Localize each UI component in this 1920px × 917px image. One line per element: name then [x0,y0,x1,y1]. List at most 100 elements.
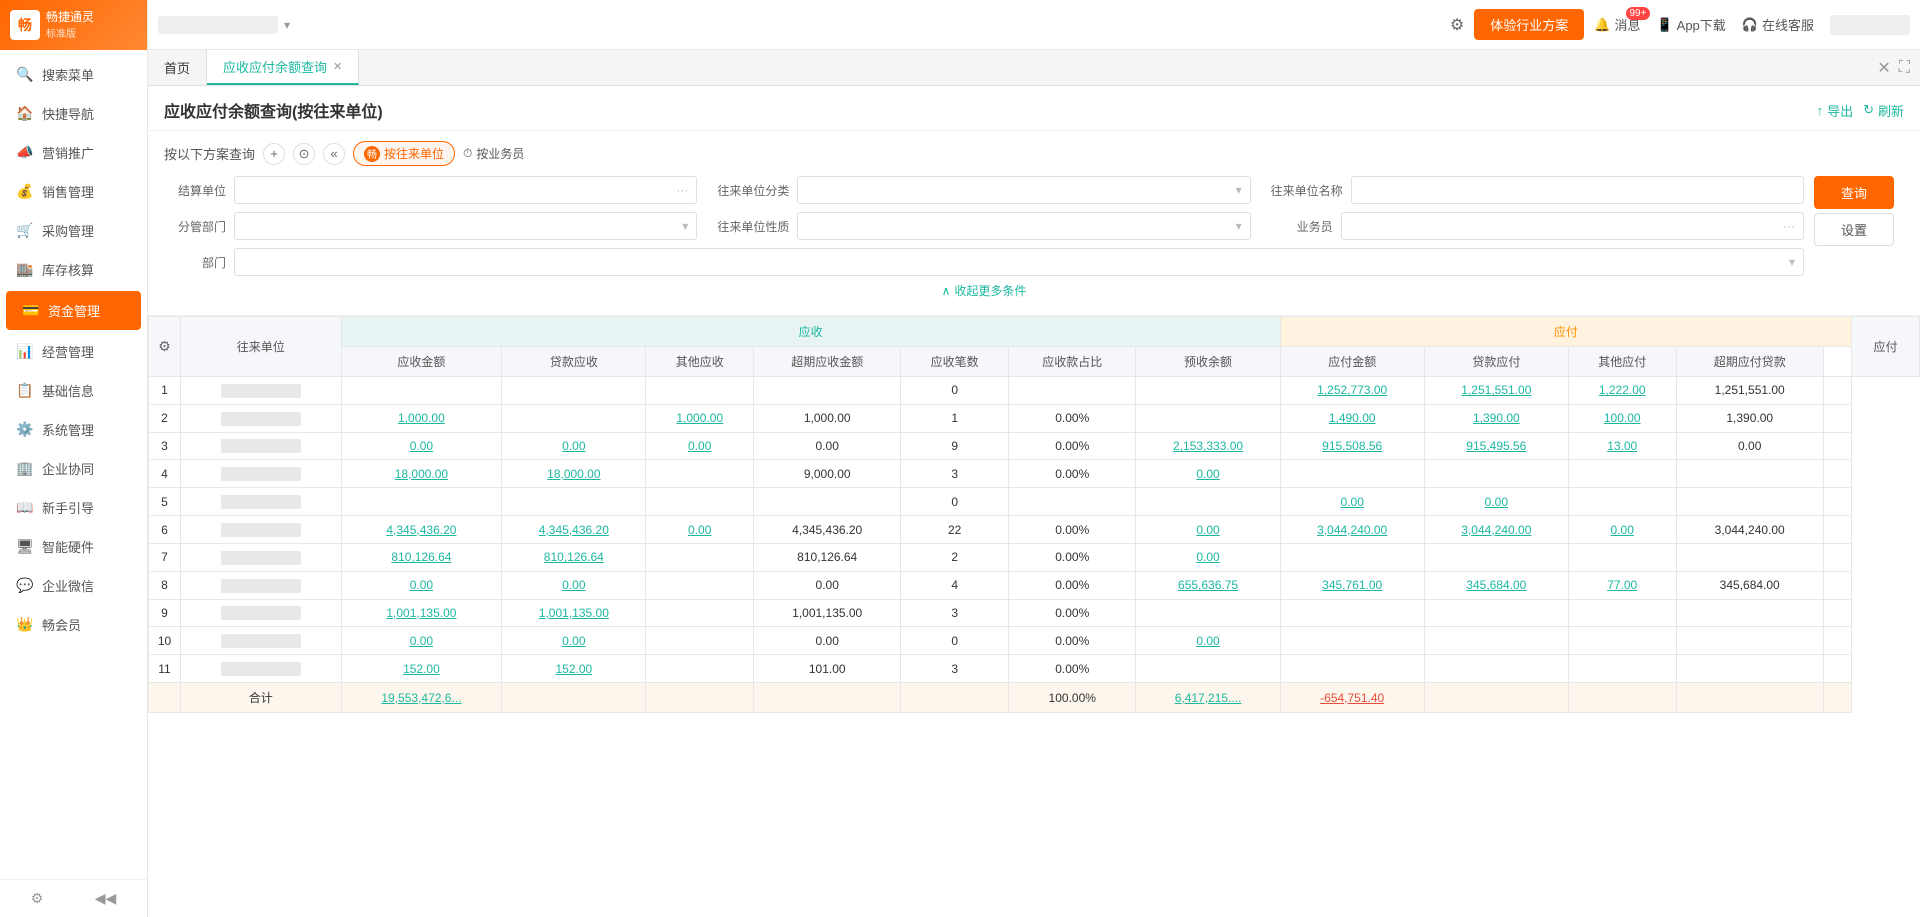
header: ▾ ⚙ 体验行业方案 🔔 消息 99+ 📱 App下载 🎧 在线客服 [148,0,1920,50]
filter-rows: 结算单位 ··· 往来单位分类 ▾ [164,176,1804,276]
sidebar-item-hardware[interactable]: 🖥 智能硬件 [0,527,147,566]
sidebar-item-wechat[interactable]: 💬 企业微信 [0,566,147,605]
tabbar: 首页 应收应付余额查询 ✕ ✕ ⛶ [148,50,1920,86]
table-row: 64,345,436.204,345,436.200.004,345,436.2… [149,516,1920,544]
page-content: 应收应付余额查询(按往来单位) ↑ 导出 ↻ 刷新 按以下方案查询 + ⊙ « [148,86,1920,917]
sidebar-item-member[interactable]: 👑 畅会员 [0,605,147,644]
add-scheme-button[interactable]: + [263,143,285,165]
filter-dept-manager: 分管部门 ▾ [164,212,697,240]
logo-icon: 畅 [10,10,40,40]
total-ar-ratio: 100.00% [1009,683,1136,713]
filter-settlement-unit: 结算单位 ··· [164,176,697,204]
table-row: 30.000.000.000.0090.00%2,153,333.00915,5… [149,432,1920,460]
notification-button[interactable]: 🔔 消息 99+ [1594,15,1640,34]
table-row: 80.000.000.0040.00%655,636.75345,761.003… [149,571,1920,599]
marketing-icon: 📣 [16,144,34,161]
filter-row-3: 部门 ▾ [164,248,1804,276]
table-row: 418,000.0018,000.009,000.0030.00%0.00 [149,460,1920,488]
table-row: 100.000.000.0000.00%0.00 [149,627,1920,655]
setup-button[interactable]: 设置 [1814,213,1894,246]
table-row: 91,001,135.001,001,135.001,001,135.0030.… [149,599,1920,627]
table-row: 7810,126.64810,126.64810,126.6420.00%0.0… [149,543,1920,571]
tab-ar-ap[interactable]: 应收应付余额查询 ✕ [207,50,359,85]
sidebar-item-finance[interactable]: 💳 资金管理 [6,291,141,330]
cta-button[interactable]: 体验行业方案 [1474,9,1584,40]
scheme-collapse-button[interactable]: « [323,143,345,165]
home-icon: 🏠 [16,105,34,122]
total-ar-prepaid: 6,417,215.... [1136,683,1280,713]
sidebar-item-system[interactable]: ⚙️ 系统管理 [0,410,147,449]
dept-input[interactable]: ▾ [234,248,1804,276]
query-button[interactable]: 查询 [1814,176,1894,209]
mobile-icon: 📱 [1656,17,1672,33]
settings-icon[interactable]: ⚙ [1450,15,1464,35]
notification-icon: 🔔 [1594,17,1610,33]
ar-other-header: 其他应收 [646,347,754,377]
ap-group-header: 应付 [1280,317,1851,347]
wechat-icon: 💬 [16,577,34,594]
export-button[interactable]: ↑ 导出 [1817,101,1854,120]
table-settings-header[interactable]: ⚙ [149,317,181,377]
partner-category-input[interactable]: ▾ [797,176,1250,204]
sidebar-item-corp[interactable]: 🏢 企业协同 [0,449,147,488]
corp-icon: 🏢 [16,460,34,477]
sales-icon: 💰 [16,183,34,200]
member-icon: 👑 [16,616,34,633]
settlement-unit-input[interactable]: ··· [234,176,697,204]
notification-badge: 99+ [1626,7,1651,20]
sidebar-item-guide[interactable]: 📖 新手引导 [0,488,147,527]
export-icon: ↑ [1817,103,1824,118]
system-icon: ⚙️ [16,421,34,438]
filter-partner-name: 往来单位名称 [1271,176,1804,204]
refresh-icon: ↻ [1863,102,1874,118]
query-area: 查询 设置 [1804,176,1904,246]
logo-badge: 标准版 [46,25,94,40]
ap-amount-header: 应付金额 [1280,347,1424,377]
ap-loan-header: 贷款应付 [1424,347,1568,377]
headset-icon: 🎧 [1742,17,1758,33]
tab-home[interactable]: 首页 [148,50,207,85]
ar-loan-header: 贷款应收 [502,347,646,377]
partner-name-input[interactable] [1351,176,1804,204]
total-ar-amount: 19,553,472,6... [341,683,502,713]
table-settings-icon[interactable]: ⚙ [158,338,171,354]
sidebar-item-inventory[interactable]: 🏬 库存核算 [0,250,147,289]
ar-ratio-header: 应收款占比 [1009,347,1136,377]
ar-count-header: 应收笔数 [901,347,1009,377]
user-info [1830,15,1910,35]
scheme-settings-button[interactable]: ⊙ [293,143,315,165]
clock-icon: ⏱ [463,146,472,161]
salesman-input[interactable]: ··· [1341,212,1804,240]
operation-icon: 📊 [16,343,34,360]
sidebar-item-sales[interactable]: 💰 销售管理 [0,172,147,211]
filter-schemes: 按以下方案查询 + ⊙ « 畅 按往来单位 ⏱ 按业务员 [164,141,1904,166]
partner-nature-input[interactable]: ▾ [797,212,1250,240]
refresh-button[interactable]: ↻ 刷新 [1863,101,1904,120]
dept-manager-input[interactable]: ▾ [234,212,697,240]
close-window-button[interactable]: ✕ [1877,58,1890,78]
logo-name: 畅捷通灵 [46,10,94,26]
app-download-button[interactable]: 📱 App下载 [1656,15,1725,34]
sidebar: 畅 畅捷通灵 标准版 🔍 搜索菜单 🏠 快捷导航 📣 营销推广 💰 销售管理 🛒… [0,0,148,917]
table-row: 101,252,773.001,251,551.001,222.001,251,… [149,377,1920,405]
support-button[interactable]: 🎧 在线客服 [1742,15,1814,34]
scheme-by-staff[interactable]: ⏱ 按业务员 [463,145,524,162]
finance-icon: 💳 [22,302,40,319]
sidebar-footer: ⚙ ◀◀ [0,879,147,917]
sidebar-item-marketing[interactable]: 📣 营销推广 [0,133,147,172]
sidebar-item-shortcut[interactable]: 🏠 快捷导航 [0,94,147,133]
ap-col-header: 应付 [1852,317,1920,377]
tab-close-icon[interactable]: ✕ [333,60,342,73]
sidebar-item-operation[interactable]: 📊 经营管理 [0,332,147,371]
fullscreen-button[interactable]: ⛶ [1899,59,1910,77]
sidebar-settings-button[interactable]: ⚙ [31,890,44,907]
sidebar-collapse-button[interactable]: ◀◀ [95,890,117,907]
scheme-by-partner[interactable]: 畅 按往来单位 [353,141,455,166]
sidebar-item-base[interactable]: 📋 基础信息 [0,371,147,410]
filter-row-2: 分管部门 ▾ 往来单位性质 ▾ [164,212,1804,240]
table-row: 21,000.001,000.001,000.0010.00%1,490.001… [149,404,1920,432]
table-area: ⚙ 往来单位 应收 应付 应付 应收金额 贷款应收 其他应收 超期应收金额 应收… [148,316,1920,713]
collapse-bar[interactable]: ∧ 收起更多条件 [164,276,1804,305]
sidebar-item-purchase[interactable]: 🛒 采购管理 [0,211,147,250]
sidebar-item-search[interactable]: 🔍 搜索菜单 [0,55,147,94]
